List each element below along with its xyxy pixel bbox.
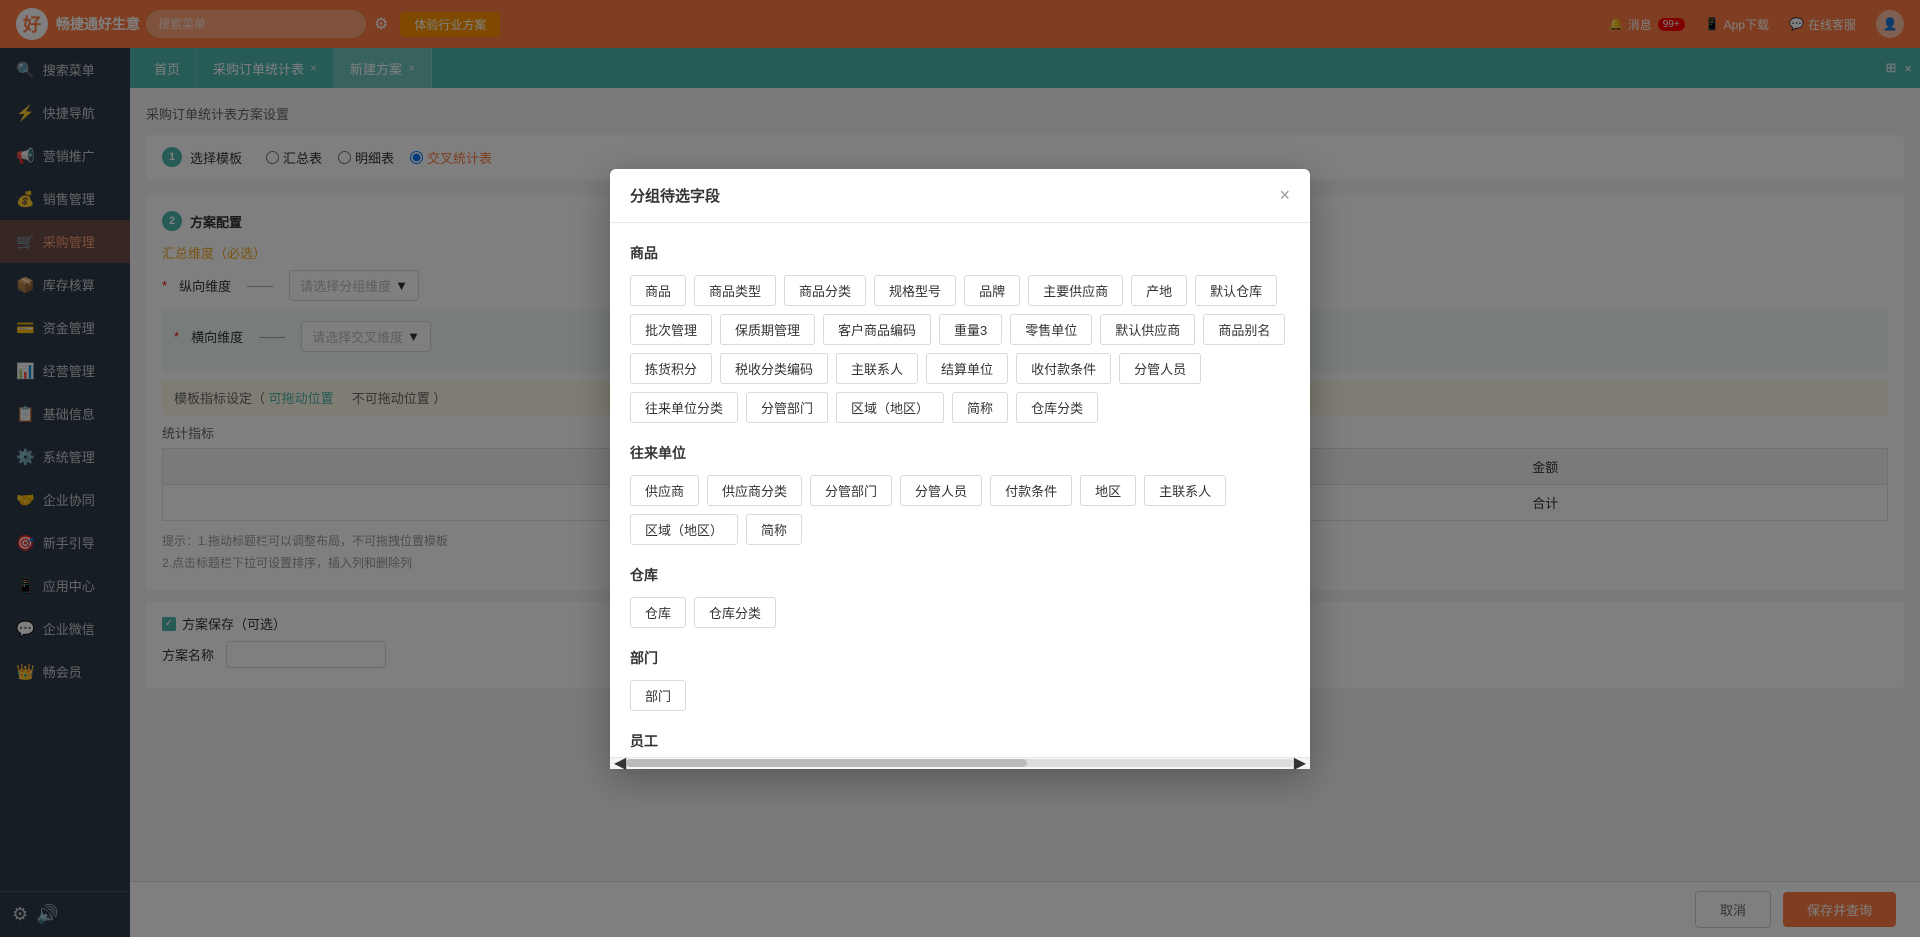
field-tag---[interactable]: 简称: [746, 514, 802, 545]
field-group-department: 部门部门: [630, 648, 1290, 711]
field-tag---[interactable]: 简称: [952, 392, 1008, 423]
field-tag-------[interactable]: 税收分类编码: [720, 353, 828, 384]
field-group-employee: 员工业务员: [630, 731, 1290, 757]
field-tag------[interactable]: 主要供应商: [1028, 275, 1123, 306]
field-tag-----[interactable]: 拣货积分: [630, 353, 712, 384]
field-tag----[interactable]: 供应商: [630, 475, 699, 506]
field-group-product: 商品商品商品类型商品分类规格型号品牌主要供应商产地默认仓库批次管理保质期管理客户…: [630, 243, 1290, 423]
field-tag-----[interactable]: 商品分类: [784, 275, 866, 306]
field-tag---[interactable]: 商品: [630, 275, 686, 306]
field-tag-----[interactable]: 分管人员: [900, 475, 982, 506]
field-tag-----[interactable]: 结算单位: [926, 353, 1008, 384]
field-tag-----[interactable]: 主联系人: [836, 353, 918, 384]
field-tags-warehouse: 仓库仓库分类: [630, 597, 1290, 628]
field-tag------[interactable]: 默认供应商: [1100, 314, 1195, 345]
field-tag-----[interactable]: 分管人员: [1119, 353, 1201, 384]
modal-title: 分组待选字段: [630, 185, 720, 206]
field-group-title-employee: 员工: [630, 731, 1290, 751]
modal-scrollbar-thumb: [626, 759, 1026, 767]
field-tag---[interactable]: 地区: [1080, 475, 1136, 506]
field-tag-----[interactable]: 付款条件: [990, 475, 1072, 506]
modal-scrollbar-area: ◀ ▶: [610, 757, 1310, 769]
field-tag---3[interactable]: 重量3: [939, 314, 1002, 345]
field-group-title-warehouse: 仓库: [630, 565, 1290, 585]
field-tag-----[interactable]: 分管部门: [746, 392, 828, 423]
field-group-warehouse: 仓库仓库仓库分类: [630, 565, 1290, 628]
field-tag-------[interactable]: 区域（地区）: [836, 392, 944, 423]
field-tag-----[interactable]: 仓库分类: [1016, 392, 1098, 423]
field-tag-------[interactable]: 客户商品编码: [823, 314, 931, 345]
field-group-title-department: 部门: [630, 648, 1290, 668]
field-tag------[interactable]: 收付款条件: [1016, 353, 1111, 384]
field-tag---[interactable]: 产地: [1131, 275, 1187, 306]
field-tag---[interactable]: 品牌: [964, 275, 1020, 306]
field-tag-----[interactable]: 批次管理: [630, 314, 712, 345]
field-tag-----[interactable]: 分管部门: [810, 475, 892, 506]
field-tag---[interactable]: 仓库: [630, 597, 686, 628]
field-tags-department: 部门: [630, 680, 1290, 711]
field-tag-----[interactable]: 默认仓库: [1195, 275, 1277, 306]
scrollbar-left-arrow[interactable]: ◀: [614, 753, 626, 773]
field-tag-----[interactable]: 规格型号: [874, 275, 956, 306]
field-group-title-partner: 往来单位: [630, 443, 1290, 463]
modal-body: 商品商品商品类型商品分类规格型号品牌主要供应商产地默认仓库批次管理保质期管理客户…: [610, 223, 1310, 757]
field-tag-------[interactable]: 往来单位分类: [630, 392, 738, 423]
modal-dialog: 分组待选字段 × 商品商品商品类型商品分类规格型号品牌主要供应商产地默认仓库批次…: [610, 169, 1310, 769]
field-tag-----[interactable]: 商品别名: [1203, 314, 1285, 345]
field-tags-product: 商品商品类型商品分类规格型号品牌主要供应商产地默认仓库批次管理保质期管理客户商品…: [630, 275, 1290, 423]
modal-close-button[interactable]: ×: [1279, 186, 1290, 204]
field-tag-----[interactable]: 商品类型: [694, 275, 776, 306]
field-tag------[interactable]: 供应商分类: [707, 475, 802, 506]
field-tag-----[interactable]: 仓库分类: [694, 597, 776, 628]
modal-overlay[interactable]: 分组待选字段 × 商品商品商品类型商品分类规格型号品牌主要供应商产地默认仓库批次…: [0, 0, 1920, 937]
field-tag-------[interactable]: 区域（地区）: [630, 514, 738, 545]
field-tag-----[interactable]: 主联系人: [1144, 475, 1226, 506]
field-tag-----[interactable]: 零售单位: [1010, 314, 1092, 345]
field-tag------[interactable]: 保质期管理: [720, 314, 815, 345]
modal-header: 分组待选字段 ×: [610, 169, 1310, 223]
modal-horizontal-scrollbar[interactable]: [626, 759, 1293, 767]
field-group-title-product: 商品: [630, 243, 1290, 263]
field-tags-partner: 供应商供应商分类分管部门分管人员付款条件地区主联系人区域（地区） 简称: [630, 475, 1290, 545]
field-group-partner: 往来单位供应商供应商分类分管部门分管人员付款条件地区主联系人区域（地区） 简称: [630, 443, 1290, 545]
field-tag---[interactable]: 部门: [630, 680, 686, 711]
scrollbar-right-arrow[interactable]: ▶: [1294, 753, 1306, 773]
